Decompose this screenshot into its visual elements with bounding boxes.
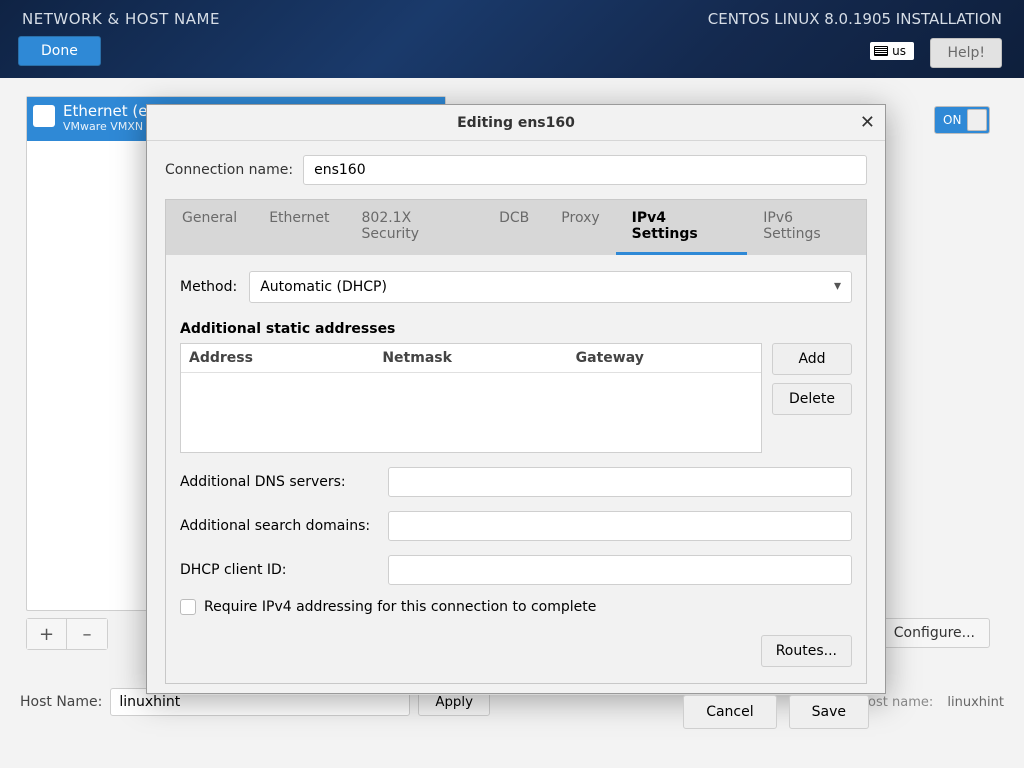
configure-button[interactable]: Configure...: [879, 618, 990, 648]
ethernet-icon: [33, 105, 55, 127]
add-nic-button[interactable]: +: [27, 619, 67, 649]
delete-address-button[interactable]: Delete: [772, 383, 852, 415]
settings-tabs: General Ethernet 802.1X Security DCB Pro…: [165, 199, 867, 255]
hostname-label: Host Name:: [20, 694, 102, 710]
keyboard-icon: [874, 46, 888, 56]
dialog-footer: Cancel Save: [147, 694, 885, 729]
nic-add-remove-group: + –: [26, 618, 108, 650]
method-label: Method:: [180, 279, 237, 295]
col-netmask: Netmask: [374, 344, 567, 372]
connection-name-label: Connection name:: [165, 162, 293, 178]
tab-ipv6-settings[interactable]: IPv6 Settings: [747, 200, 866, 255]
connection-toggle[interactable]: ON: [934, 106, 990, 134]
tab-dcb[interactable]: DCB: [483, 200, 545, 255]
ipv4-settings-panel: Method: Automatic (DHCP) Additional stat…: [165, 255, 867, 684]
routes-button[interactable]: Routes...: [761, 635, 852, 667]
tab-8021x-security[interactable]: 802.1X Security: [346, 200, 484, 255]
require-ipv4-label: Require IPv4 addressing for this connect…: [204, 599, 596, 615]
help-button[interactable]: Help!: [930, 38, 1002, 68]
edit-connection-dialog: Editing ens160 ✕ Connection name: Genera…: [146, 104, 886, 694]
search-domains-input[interactable]: [388, 511, 852, 541]
search-domains-label: Additional search domains:: [180, 518, 380, 534]
close-icon[interactable]: ✕: [860, 105, 875, 141]
cancel-button[interactable]: Cancel: [683, 695, 776, 729]
keyboard-indicator[interactable]: us: [870, 42, 914, 60]
spoke-title: NETWORK & HOST NAME: [22, 10, 220, 28]
require-ipv4-checkbox[interactable]: [180, 599, 196, 615]
installer-banner: NETWORK & HOST NAME CENTOS LINUX 8.0.190…: [0, 0, 1024, 78]
dhcp-client-id-label: DHCP client ID:: [180, 562, 380, 578]
tab-proxy[interactable]: Proxy: [545, 200, 615, 255]
dns-servers-input[interactable]: [388, 467, 852, 497]
remove-nic-button[interactable]: –: [67, 619, 107, 649]
col-address: Address: [181, 344, 374, 372]
dns-servers-label: Additional DNS servers:: [180, 474, 380, 490]
tab-ethernet[interactable]: Ethernet: [253, 200, 345, 255]
col-gateway: Gateway: [568, 344, 761, 372]
keyboard-layout-label: us: [892, 44, 906, 58]
tab-general[interactable]: General: [166, 200, 253, 255]
add-address-button[interactable]: Add: [772, 343, 852, 375]
method-select[interactable]: Automatic (DHCP): [249, 271, 852, 303]
toggle-knob: [967, 109, 987, 131]
connection-name-input[interactable]: [303, 155, 867, 185]
additional-addresses-label: Additional static addresses: [180, 321, 852, 337]
save-button[interactable]: Save: [789, 695, 869, 729]
product-title: CENTOS LINUX 8.0.1905 INSTALLATION: [708, 10, 1002, 28]
current-hostname-value: linuxhint: [947, 695, 1004, 710]
dialog-title: Editing ens160: [457, 115, 575, 131]
dhcp-client-id-input[interactable]: [388, 555, 852, 585]
dialog-titlebar: Editing ens160 ✕: [147, 105, 885, 141]
done-button[interactable]: Done: [18, 36, 101, 66]
toggle-on-label: ON: [943, 113, 961, 127]
tab-ipv4-settings[interactable]: IPv4 Settings: [616, 200, 748, 255]
static-addresses-table[interactable]: Address Netmask Gateway: [180, 343, 762, 453]
